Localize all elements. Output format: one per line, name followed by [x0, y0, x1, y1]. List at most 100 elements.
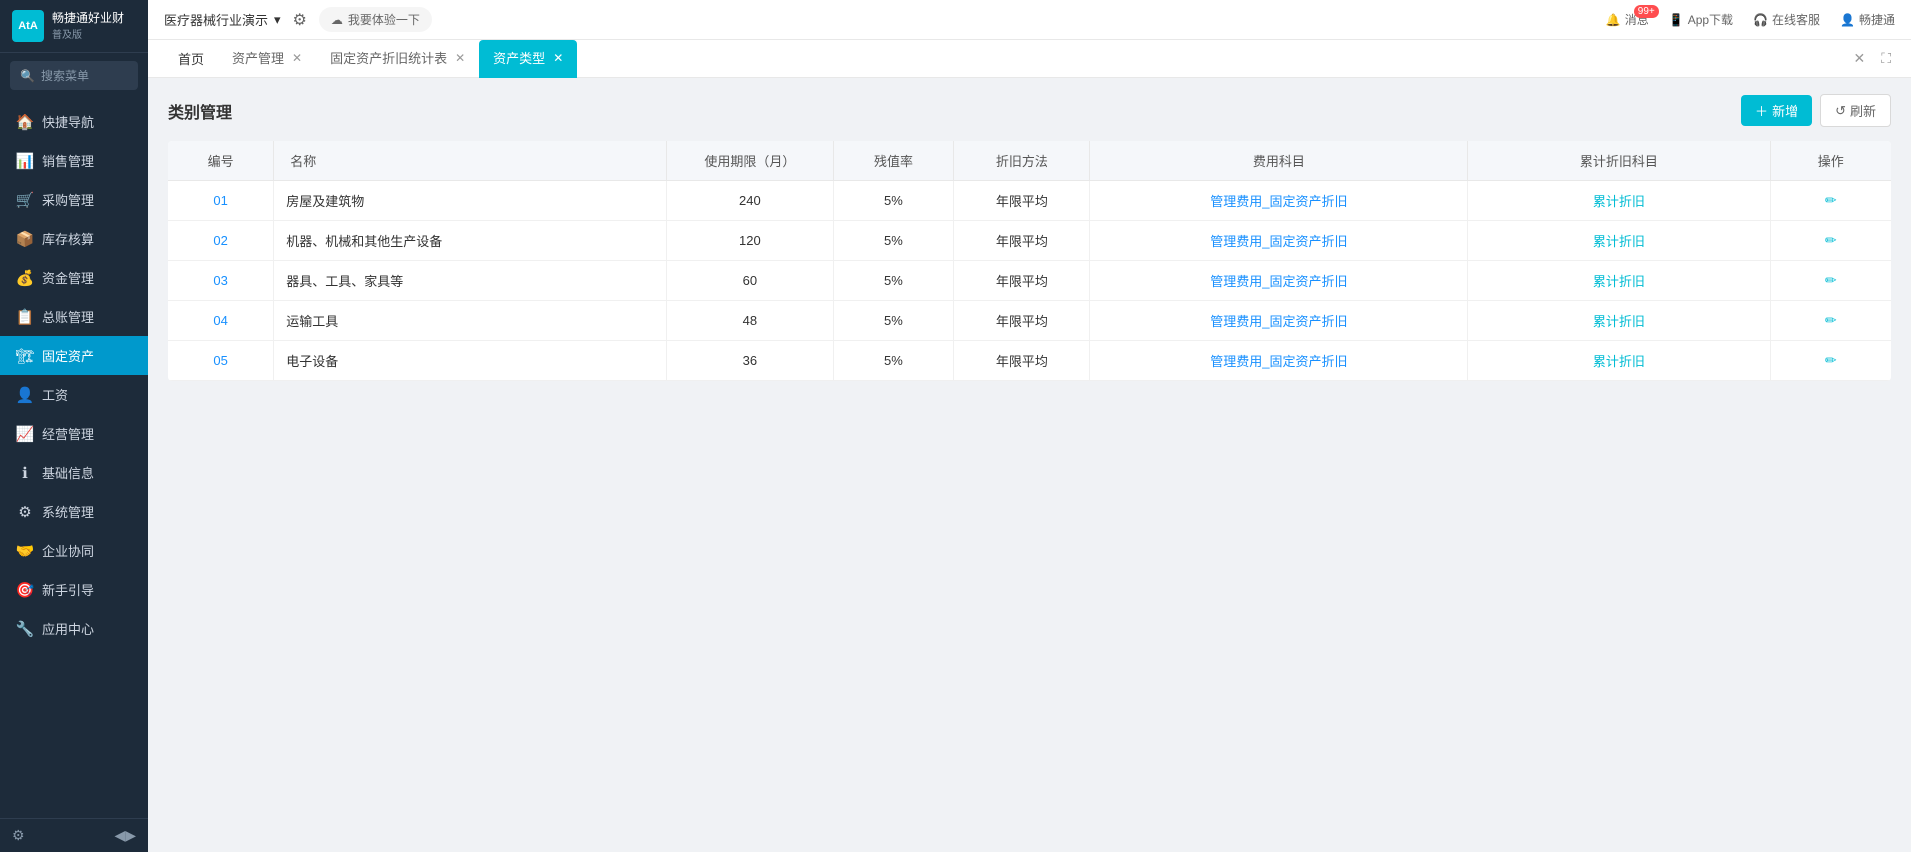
collapse-icon[interactable]: ◀▶: [114, 827, 136, 844]
download-icon: 📱: [1669, 13, 1684, 27]
cell-method: 年限平均: [954, 221, 1090, 261]
sidebar-item-label: 基础信息: [42, 463, 94, 482]
edit-icon[interactable]: ✏: [1825, 272, 1837, 288]
sidebar-item-label: 总账管理: [42, 307, 94, 326]
col-header-accumulated: 累计折旧科目: [1468, 141, 1770, 181]
sidebar-item-label: 资金管理: [42, 268, 94, 287]
col-header-id: 编号: [168, 141, 274, 181]
cell-method: 年限平均: [954, 341, 1090, 381]
sidebar-item-purchase[interactable]: 🛒 采购管理: [0, 180, 148, 219]
tabbar: 首页 资产管理 ✕ 固定资产折旧统计表 ✕ 资产类型 ✕ ✕ ⛶: [148, 40, 1911, 78]
tab-asset-mgmt[interactable]: 资产管理 ✕: [218, 40, 316, 78]
tab-home[interactable]: 首页: [164, 40, 218, 78]
page-title: 类别管理: [168, 99, 232, 123]
cell-expense: 管理费用_固定资产折旧: [1090, 301, 1468, 341]
cloud-icon: ☁: [331, 13, 343, 27]
chevron-down-icon: ▾: [274, 12, 281, 28]
data-table: 编号 名称 使用期限（月） 残值率 折旧方法 费用科目 累计折旧科目 操作 01…: [168, 141, 1891, 381]
sidebar-item-quick-nav[interactable]: 🏠 快捷导航: [0, 102, 148, 141]
plus-icon: ＋: [1755, 101, 1768, 120]
operations-icon: 📈: [16, 425, 34, 443]
col-header-residual: 残值率: [833, 141, 954, 181]
cell-residual: 5%: [833, 181, 954, 221]
enterprise-icon: 🤝: [16, 542, 34, 560]
sidebar-item-label: 销售管理: [42, 151, 94, 170]
content-header: 类别管理 ＋ 新增 ↺ 刷新: [168, 94, 1891, 127]
expand-icon[interactable]: ⛶: [1877, 46, 1895, 71]
sidebar-item-finance[interactable]: 💰 资金管理: [0, 258, 148, 297]
sidebar-item-system[interactable]: ⚙ 系统管理: [0, 492, 148, 531]
tab-close-icon[interactable]: ✕: [292, 51, 302, 65]
cell-action: ✏: [1770, 301, 1891, 341]
sidebar-item-label: 新手引导: [42, 580, 94, 599]
customer-service-label: 在线客服: [1772, 11, 1820, 28]
content-actions: ＋ 新增 ↺ 刷新: [1741, 94, 1891, 127]
search-menu-button[interactable]: 🔍 搜索菜单: [10, 61, 138, 90]
topbar-left: 医疗器械行业演示 ▾ ⚙ ☁ 我要体验一下: [164, 7, 432, 32]
sidebar-item-ledger[interactable]: 📋 总账管理: [0, 297, 148, 336]
col-header-expense: 费用科目: [1090, 141, 1468, 181]
cell-expense: 管理费用_固定资产折旧: [1090, 261, 1468, 301]
sidebar-item-payroll[interactable]: 👤 工资: [0, 375, 148, 414]
tab-depreciation[interactable]: 固定资产折旧统计表 ✕: [316, 40, 479, 78]
tab-right-icons: ✕ ⛶: [1849, 46, 1895, 71]
tab-close-icon[interactable]: ✕: [553, 51, 563, 65]
sidebar-item-enterprise[interactable]: 🤝 企业协同: [0, 531, 148, 570]
table-body: 01 房屋及建筑物 240 5% 年限平均 管理费用_固定资产折旧 累计折旧 ✏…: [168, 181, 1891, 381]
customer-service-button[interactable]: 🎧 在线客服: [1753, 11, 1820, 28]
topbar: 医疗器械行业演示 ▾ ⚙ ☁ 我要体验一下 🔔 消息 99+ 📱 App下载: [148, 0, 1911, 40]
cell-months: 240: [667, 181, 833, 221]
edit-icon[interactable]: ✏: [1825, 192, 1837, 208]
sidebar: AtA 畅捷通好业财 普及版 🔍 搜索菜单 🏠 快捷导航 📊 销售管理 🛒 采购…: [0, 0, 148, 852]
cell-accumulated: 累计折旧: [1468, 301, 1770, 341]
sidebar-item-guide[interactable]: 🎯 新手引导: [0, 570, 148, 609]
refresh-icon: ↺: [1835, 103, 1846, 119]
cell-residual: 5%: [833, 301, 954, 341]
cell-id: 04: [168, 301, 274, 341]
cell-action: ✏: [1770, 261, 1891, 301]
user-avatar-button[interactable]: 👤 畅捷通: [1840, 11, 1895, 28]
cell-method: 年限平均: [954, 261, 1090, 301]
edit-icon[interactable]: ✏: [1825, 232, 1837, 248]
app-download-button[interactable]: 📱 App下载: [1669, 11, 1733, 28]
sidebar-item-sales[interactable]: 📊 销售管理: [0, 141, 148, 180]
table-row: 01 房屋及建筑物 240 5% 年限平均 管理费用_固定资产折旧 累计折旧 ✏: [168, 181, 1891, 221]
cell-name: 房屋及建筑物: [274, 181, 667, 221]
cell-id: 01: [168, 181, 274, 221]
cell-action: ✏: [1770, 181, 1891, 221]
cell-method: 年限平均: [954, 301, 1090, 341]
tab-asset-type[interactable]: 资产类型 ✕: [479, 40, 577, 78]
cell-expense: 管理费用_固定资产折旧: [1090, 181, 1468, 221]
sidebar-item-basic-info[interactable]: ℹ 基础信息: [0, 453, 148, 492]
user-label: 畅捷通: [1859, 11, 1895, 28]
new-button[interactable]: ＋ 新增: [1741, 95, 1812, 126]
topbar-settings-icon[interactable]: ⚙: [293, 10, 307, 30]
cell-months: 60: [667, 261, 833, 301]
sidebar-item-label: 系统管理: [42, 502, 94, 521]
payroll-icon: 👤: [16, 386, 34, 404]
notifications-button[interactable]: 🔔 消息 99+: [1606, 11, 1649, 28]
app-center-icon: 🔧: [16, 620, 34, 638]
edit-icon[interactable]: ✏: [1825, 352, 1837, 368]
settings-icon[interactable]: ⚙: [12, 827, 25, 844]
table-header-row: 编号 名称 使用期限（月） 残值率 折旧方法 费用科目 累计折旧科目 操作: [168, 141, 1891, 181]
cell-residual: 5%: [833, 221, 954, 261]
close-tab-icon[interactable]: ✕: [1849, 46, 1869, 71]
col-header-months: 使用期限（月）: [667, 141, 833, 181]
sidebar-item-label: 快捷导航: [42, 112, 94, 131]
cell-expense: 管理费用_固定资产折旧: [1090, 221, 1468, 261]
sidebar-item-operations[interactable]: 📈 经营管理: [0, 414, 148, 453]
cell-method: 年限平均: [954, 181, 1090, 221]
sidebar-item-fixed-assets[interactable]: 🏗 固定资产: [0, 336, 148, 375]
tab-asset-mgmt-label: 资产管理: [232, 48, 284, 67]
company-selector[interactable]: 医疗器械行业演示 ▾: [164, 10, 281, 29]
sidebar-item-inventory[interactable]: 📦 库存核算: [0, 219, 148, 258]
edit-icon[interactable]: ✏: [1825, 312, 1837, 328]
sidebar-item-app-center[interactable]: 🔧 应用中心: [0, 609, 148, 648]
experience-button[interactable]: ☁ 我要体验一下: [319, 7, 432, 32]
cell-residual: 5%: [833, 341, 954, 381]
app-version: 普及版: [52, 26, 124, 41]
refresh-button[interactable]: ↺ 刷新: [1820, 94, 1891, 127]
sidebar-nav: 🏠 快捷导航 📊 销售管理 🛒 采购管理 📦 库存核算 💰 资金管理 📋 总账管…: [0, 98, 148, 818]
tab-close-icon[interactable]: ✕: [455, 51, 465, 65]
